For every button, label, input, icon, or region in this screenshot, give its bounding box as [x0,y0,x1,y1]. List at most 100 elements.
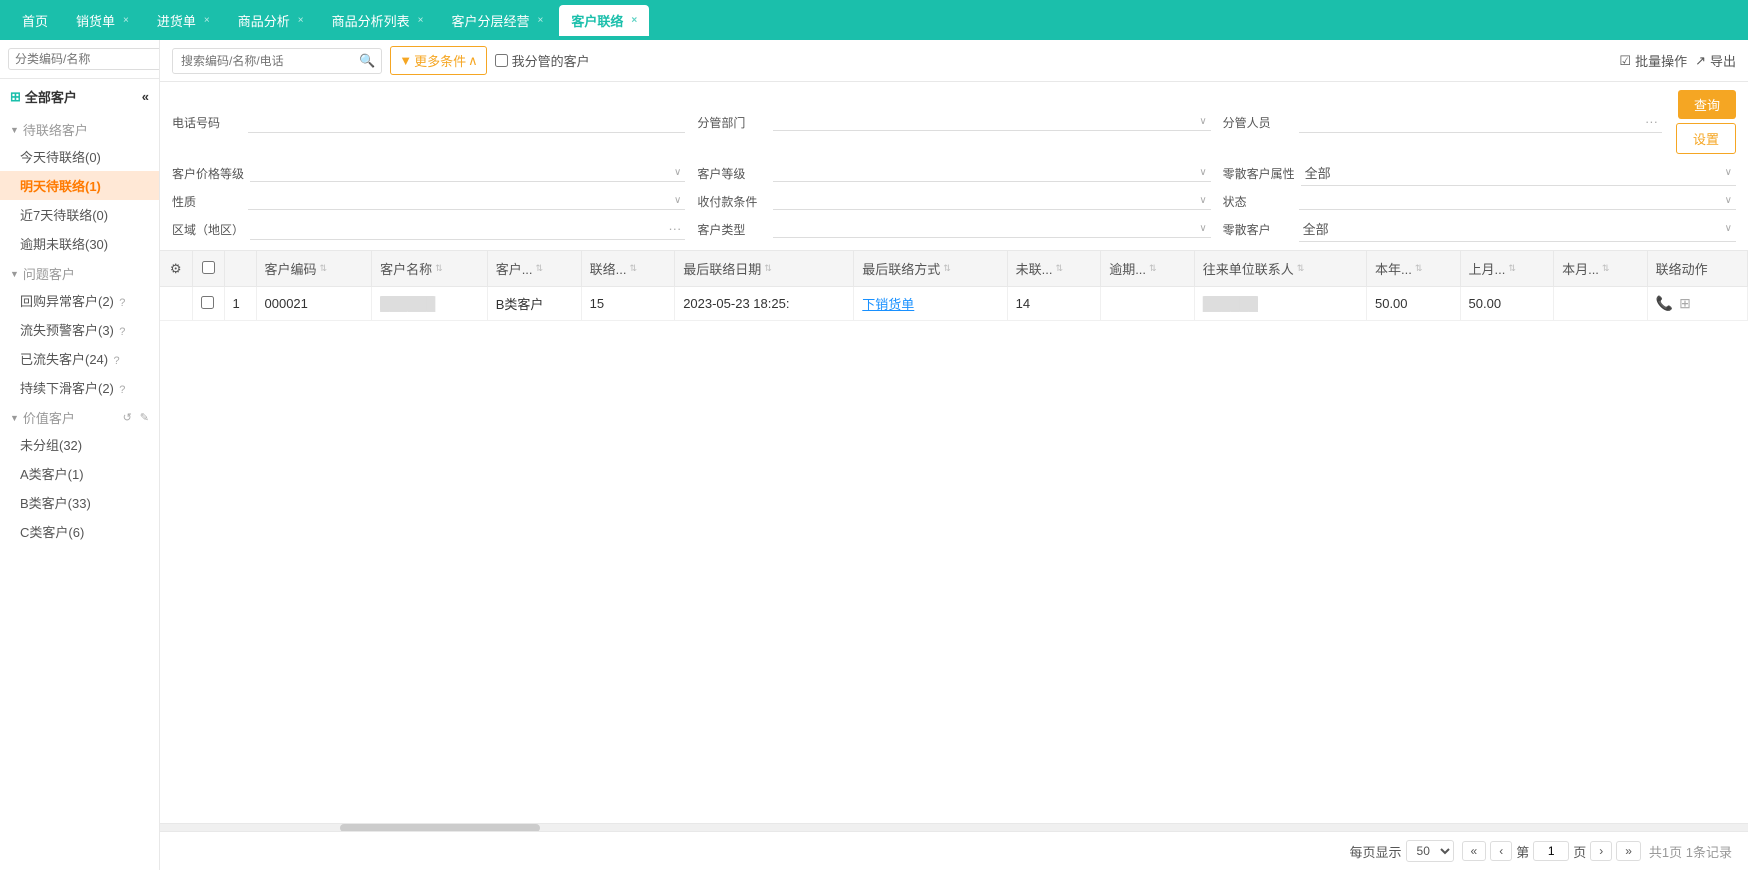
col-contacts[interactable]: 往来单位联系人 ⇅ [1194,251,1366,287]
col-last-contact-method[interactable]: 最后联络方式 ⇅ [854,251,1007,287]
col-customer-type[interactable]: 客户... ⇅ [487,251,581,287]
action-grid-icon[interactable]: ⊞ [1679,295,1691,312]
help-icon2: ? [119,326,125,338]
sidebar-value-group[interactable]: ▼ 价值客户 ↺ ✎ [0,402,159,430]
sidebar-today-contact[interactable]: 今天待联络(0) [0,142,159,171]
top-nav: 首页 销货单 × 进货单 × 商品分析 × 商品分析列表 × 客户分层经营 × … [0,0,1748,40]
sidebar-ungrouped[interactable]: 未分组(32) [0,430,159,459]
dept-chevron-icon: ∨ [1199,116,1206,127]
first-page-btn[interactable]: « [1462,841,1487,861]
col-contact-count[interactable]: 联络... ⇅ [581,251,675,287]
sidebar-tomorrow-contact[interactable]: 明天待联络(1) [0,171,159,200]
table-row: 1 000021 ██████ B类客户 15 [160,287,1748,321]
nav-analysis-close[interactable]: × [298,15,304,26]
retail-customer-label: 零散客户 [1223,221,1293,238]
nav-sales[interactable]: 销货单 × [64,5,141,36]
nav-analysis-list[interactable]: 商品分析列表 × [320,5,436,36]
sidebar-problem-group[interactable]: ▼ 问题客户 [0,258,159,286]
col-unc-label: 未联... [1016,259,1053,278]
col-overdue[interactable]: 逾期... ⇅ [1101,251,1195,287]
edit-icon[interactable]: ✎ [140,411,149,424]
refresh-icon[interactable]: ↺ [123,411,132,424]
prev-page-btn[interactable]: ‹ [1490,841,1512,861]
col-customer-code[interactable]: 客户编码 ⇅ [256,251,372,287]
filter-search-box: 🔍 [172,48,382,74]
status-select[interactable]: ∨ [1299,192,1736,210]
row-check[interactable] [192,287,224,321]
customer-value-select[interactable]: ∨ [250,164,685,182]
query-button[interactable]: 查询 [1678,90,1736,119]
filter-row-phone: 电话号码 [172,90,685,154]
sidebar-repurchase-abnormal[interactable]: 回购异常客户(2) ? [0,286,159,315]
nav-customer-contact[interactable]: 客户联络 × [559,5,649,36]
sidebar-7days-contact[interactable]: 近7天待联络(0) [0,200,159,229]
content-area: 🔍 ▼ 更多条件 ∧ 我分管的客户 ☑ 批量操作 ↗ 导出 [160,40,1748,870]
nav-customer-layer-close[interactable]: × [537,15,543,26]
nav-purchase-close[interactable]: × [204,15,210,26]
gender-select[interactable]: ∨ [248,192,685,210]
col-uncontacted[interactable]: 未联... ⇅ [1007,251,1101,287]
row-checkbox[interactable] [201,296,214,309]
nav-analysis[interactable]: 商品分析 × [226,5,316,36]
sidebar-search-input[interactable] [8,48,160,70]
my-customers-filter[interactable]: 我分管的客户 [495,51,590,70]
dept-select[interactable]: ∨ [773,113,1210,131]
sidebar-declining[interactable]: 持续下滑客户(2) ? [0,373,159,402]
filter-search-input[interactable] [173,50,353,72]
sidebar-a-class[interactable]: A类客户(1) [0,459,159,488]
phone-input[interactable] [248,112,685,133]
export-btn[interactable]: ↗ 导出 [1695,51,1736,70]
sidebar-pending-group[interactable]: ▼ 待联络客户 [0,114,159,142]
col-check[interactable] [192,251,224,287]
nav-customer-contact-close[interactable]: × [631,15,637,26]
select-all-checkbox[interactable] [202,261,215,274]
nav-home[interactable]: 首页 [10,5,60,36]
nav-sales-close[interactable]: × [123,15,129,26]
customer-level-select[interactable]: ∨ [773,164,1210,182]
sidebar-churn-warning[interactable]: 流失预警客户(3) ? [0,315,159,344]
sidebar-overdue-contact[interactable]: 逾期未联络(30) [0,229,159,258]
col-lcd-label: 最后联络日期 [683,259,761,278]
col-last-contact-date[interactable]: 最后联络日期 ⇅ [675,251,854,287]
my-customers-checkbox[interactable] [495,54,508,67]
col-last-month[interactable]: 上月... ⇅ [1460,251,1554,287]
s-chevron-icon: ∨ [1725,195,1732,206]
row-contacts-value: ██████ [1203,296,1258,311]
payment-select[interactable]: ∨ [773,192,1210,210]
retail-customer-select[interactable]: 全部 ∨ [1299,216,1736,242]
sidebar-c-class[interactable]: C类客户(6) [0,517,159,546]
page-size-dropdown[interactable]: 50 [1406,840,1454,862]
filter-right-actions: ☑ 批量操作 ↗ 导出 [1619,51,1736,70]
more-conditions-btn[interactable]: ▼ 更多条件 ∧ [390,46,486,75]
rc-chevron-icon: ∨ [1725,223,1732,234]
region-label: 区域（地区） [172,221,244,238]
batch-op-btn[interactable]: ☑ 批量操作 [1619,51,1687,70]
next-page-btn[interactable]: › [1590,841,1612,861]
ra-chevron-icon: ∨ [1725,167,1732,178]
col-num [224,251,256,287]
action-phone-icon[interactable]: 📞 [1656,295,1673,312]
sidebar-churned[interactable]: 已流失客户(24) ? [0,344,159,373]
sidebar-b-class[interactable]: B类客户(33) [0,488,159,517]
col-gear[interactable]: ⚙ [160,251,192,287]
manager-select[interactable]: ··· [1299,111,1662,133]
col-customer-name[interactable]: 客户名称 ⇅ [372,251,488,287]
nav-purchase[interactable]: 进货单 × [145,5,222,36]
region-select[interactable]: ··· [250,218,685,240]
col-this-month[interactable]: 本月... ⇅ [1554,251,1648,287]
col-this-year[interactable]: 本年... ⇅ [1366,251,1460,287]
last-page-btn[interactable]: » [1616,841,1641,861]
nav-customer-layer[interactable]: 客户分层经营 × [439,5,555,36]
page-unit: 页 [1573,842,1586,861]
settings-button[interactable]: 设置 [1676,123,1736,154]
sidebar-all-customers[interactable]: ⊞ 全部客户 « [0,79,159,114]
customer-type-select[interactable]: ∨ [773,220,1210,238]
filter-search-btn[interactable]: 🔍 [353,49,381,73]
page-number-input[interactable] [1533,841,1569,861]
last-contact-method-link[interactable]: 下销货单 [862,297,914,312]
retail-attr-select[interactable]: 全部 ∨ [1301,160,1736,186]
horizontal-scrollbar[interactable] [160,823,1748,831]
nav-analysis-list-close[interactable]: × [418,15,424,26]
phone-label: 电话号码 [172,114,242,131]
sort-icon6: ⇅ [943,263,951,274]
